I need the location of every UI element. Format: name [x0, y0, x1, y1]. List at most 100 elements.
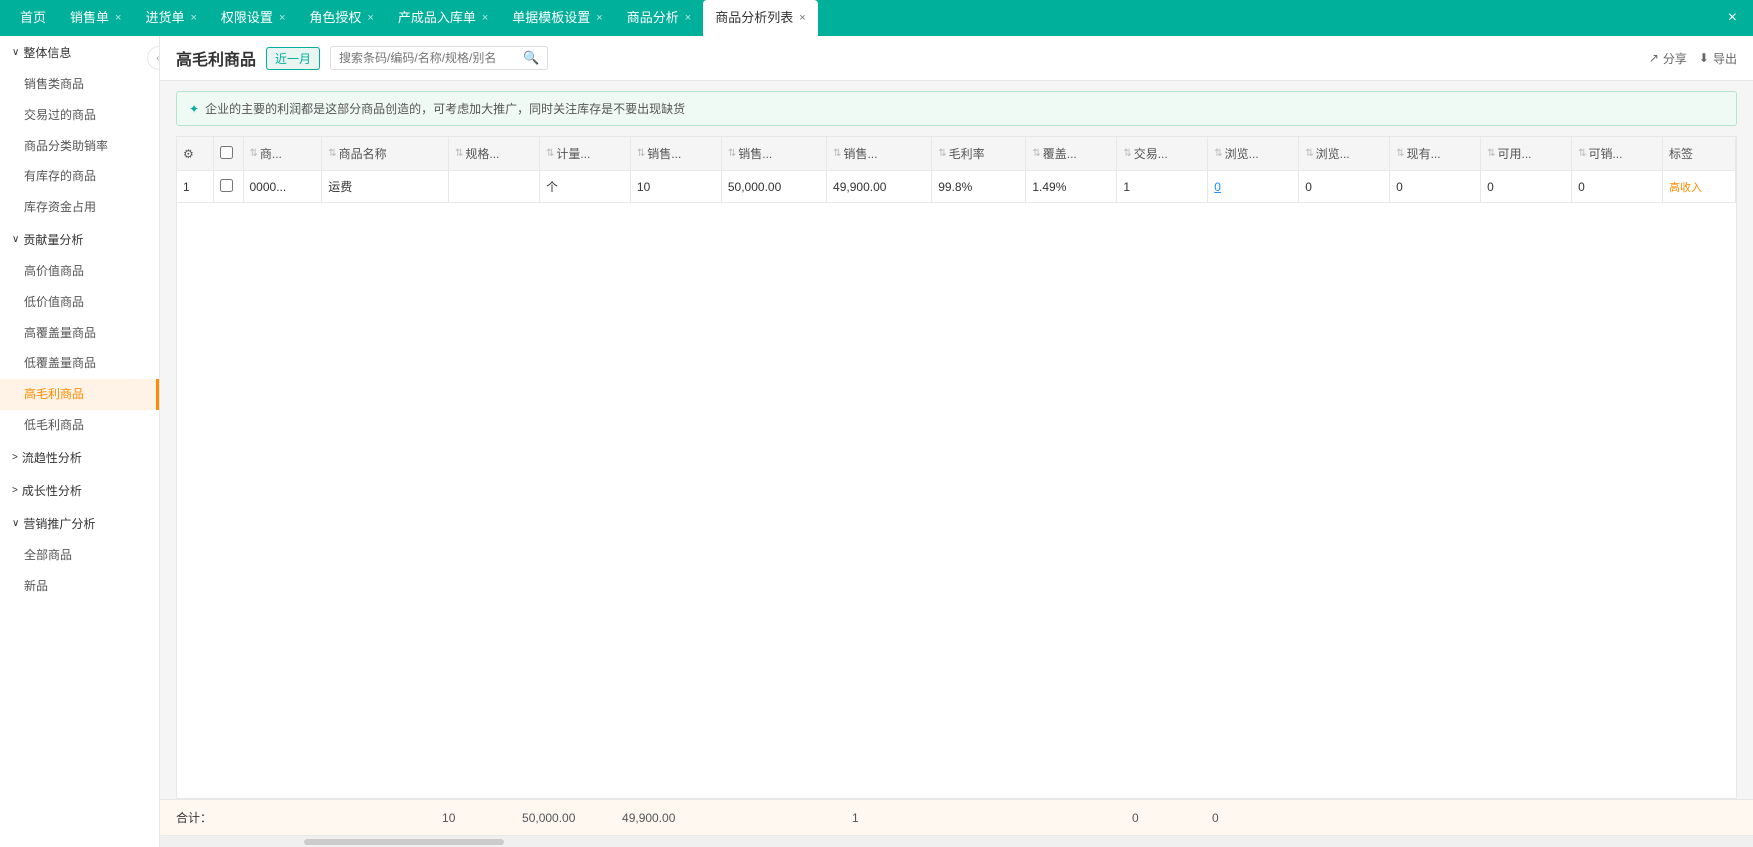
- sidebar-group-growth[interactable]: > 成长性分析: [0, 474, 159, 507]
- sort-icon-coverage: ⇅: [1032, 148, 1040, 159]
- sidebar-group-marketing-arrow: ∨: [12, 518, 19, 529]
- sort-icon-available1: ⇅: [1396, 148, 1404, 159]
- share-button[interactable]: ↗ 分享: [1649, 50, 1687, 67]
- sidebar-item-inventory-capital[interactable]: 库存资金占用: [0, 192, 159, 223]
- sort-icon-sales-qty: ⇅: [637, 148, 645, 159]
- footer-values: 10 50,000.00 49,900.00 1 0 0: [232, 811, 1282, 825]
- header-actions: ↗ 分享 ⬇ 导出: [1649, 50, 1737, 67]
- sidebar-item-low-value[interactable]: 低价值商品: [0, 287, 159, 318]
- nav-sales-order[interactable]: 销售单 ×: [58, 0, 133, 36]
- data-table-container[interactable]: ⚙ ⇅ 商... ⇅: [176, 136, 1737, 799]
- nav-product-warehouse[interactable]: 产成品入库单 ×: [386, 0, 500, 36]
- cell-sales-qty: 10: [630, 171, 721, 203]
- nav-close-sales-order[interactable]: ×: [115, 0, 121, 36]
- nav-close-template-settings[interactable]: ×: [596, 0, 602, 36]
- col-checkbox: [213, 137, 243, 171]
- nav-close-all[interactable]: ×: [1720, 9, 1745, 27]
- cell-available1: 0: [1390, 171, 1481, 203]
- search-icon[interactable]: 🔍: [523, 50, 539, 66]
- select-all-checkbox[interactable]: [220, 146, 233, 159]
- footer-available1: 0: [1122, 811, 1202, 825]
- cell-browse1[interactable]: 0: [1208, 171, 1299, 203]
- sidebar-item-all-goods[interactable]: 全部商品: [0, 540, 159, 571]
- col-browse1: ⇅ 浏览...: [1208, 137, 1299, 171]
- nav-purchase-order[interactable]: 进货单 ×: [133, 0, 208, 36]
- sort-icon-transactions: ⇅: [1123, 148, 1131, 159]
- sidebar-group-trend-arrow: >: [12, 452, 18, 463]
- col-tag: 标签: [1663, 137, 1736, 171]
- nav-close-role-auth[interactable]: ×: [367, 0, 373, 36]
- sidebar-item-sales-goods[interactable]: 销售类商品: [0, 69, 159, 100]
- nav-role-auth[interactable]: 角色授权 ×: [297, 0, 385, 36]
- scrollbar-thumb[interactable]: [304, 839, 504, 845]
- sidebar-item-high-coverage[interactable]: 高覆盖量商品: [0, 318, 159, 349]
- sidebar-group-trend[interactable]: > 流趋性分析: [0, 441, 159, 474]
- sidebar: « ∨ 整体信息 销售类商品 交易过的商品 商品分类助销率 有库存的商品 库存资…: [0, 36, 160, 847]
- sort-icon-sales-cost: ⇅: [833, 148, 841, 159]
- sort-icon-available2: ⇅: [1487, 148, 1495, 159]
- col-sales-amount: ⇅ 销售...: [721, 137, 826, 171]
- sidebar-group-contribution[interactable]: ∨ 贡献量分析: [0, 223, 159, 256]
- search-box: 🔍: [330, 46, 548, 70]
- export-icon: ⬇: [1699, 51, 1709, 65]
- nav-product-analysis-list[interactable]: 商品分析列表 ×: [703, 0, 817, 36]
- cell-sales-amount: 50,000.00: [721, 171, 826, 203]
- sidebar-item-high-margin[interactable]: 高毛利商品: [0, 379, 159, 410]
- sidebar-item-high-value[interactable]: 高价值商品: [0, 256, 159, 287]
- cell-transactions: 1: [1117, 171, 1208, 203]
- settings-icon[interactable]: ⚙: [183, 147, 194, 161]
- col-sellable: ⇅ 可销...: [1572, 137, 1663, 171]
- footer-label: 合计：: [176, 809, 212, 826]
- cell-checkbox[interactable]: [213, 171, 243, 203]
- export-button[interactable]: ⬇ 导出: [1699, 50, 1737, 67]
- nav-close-product-warehouse[interactable]: ×: [482, 0, 488, 36]
- col-spec: ⇅ 规格...: [449, 137, 540, 171]
- footer-transactions: 1: [842, 811, 922, 825]
- row-checkbox[interactable]: [220, 179, 233, 192]
- horizontal-scrollbar[interactable]: [160, 835, 1753, 847]
- cell-coverage: 1.49%: [1026, 171, 1117, 203]
- sidebar-group-growth-arrow: >: [12, 485, 18, 496]
- cell-code: 0000...: [243, 171, 322, 203]
- sort-icon-code: ⇅: [250, 148, 258, 159]
- col-index: ⚙: [177, 137, 213, 171]
- sidebar-item-low-coverage[interactable]: 低覆盖量商品: [0, 348, 159, 379]
- sidebar-item-low-margin[interactable]: 低毛利商品: [0, 410, 159, 441]
- nav-close-product-analysis-list[interactable]: ×: [799, 0, 805, 36]
- sort-icon-sellable: ⇅: [1578, 148, 1586, 159]
- col-coverage: ⇅ 覆盖...: [1026, 137, 1117, 171]
- top-navigation: 首页 销售单 × 进货单 × 权限设置 × 角色授权 × 产成品入库单 × 单据…: [0, 0, 1753, 36]
- footer-sales-qty: 10: [432, 811, 512, 825]
- col-unit: ⇅ 计量...: [539, 137, 630, 171]
- search-input[interactable]: [339, 51, 519, 65]
- table-row: 1 0000... 运费 个 10 50,000.00 49,900.00 99…: [177, 171, 1736, 203]
- sidebar-item-traded-goods[interactable]: 交易过的商品: [0, 100, 159, 131]
- nav-product-analysis[interactable]: 商品分析 ×: [615, 0, 703, 36]
- col-sales-cost: ⇅ 销售...: [827, 137, 932, 171]
- nav-close-product-analysis[interactable]: ×: [685, 0, 691, 36]
- sort-icon-browse2: ⇅: [1305, 148, 1313, 159]
- nav-permissions[interactable]: 权限设置 ×: [209, 0, 297, 36]
- sidebar-group-marketing[interactable]: ∨ 营销推广分析: [0, 507, 159, 540]
- sidebar-item-category-assist-rate[interactable]: 商品分类助销率: [0, 131, 159, 162]
- col-name: ⇅ 商品名称: [322, 137, 449, 171]
- col-available2: ⇅ 可用...: [1481, 137, 1572, 171]
- content-header: 高毛利商品 近一月 🔍 ↗ 分享 ⬇ 导出: [160, 36, 1753, 81]
- cell-index: 1: [177, 171, 213, 203]
- col-code: ⇅ 商...: [243, 137, 322, 171]
- info-icon: ✦: [189, 102, 199, 116]
- cell-sales-cost: 49,900.00: [827, 171, 932, 203]
- footer-available2: 0: [1202, 811, 1282, 825]
- sidebar-item-stocked-goods[interactable]: 有库存的商品: [0, 161, 159, 192]
- period-button[interactable]: 近一月: [266, 47, 320, 70]
- share-icon: ↗: [1649, 51, 1659, 65]
- sort-icon-spec: ⇅: [455, 148, 463, 159]
- cell-gross-rate: 99.8%: [932, 171, 1026, 203]
- sidebar-group-overall[interactable]: ∨ 整体信息: [0, 36, 159, 69]
- nav-close-purchase-order[interactable]: ×: [190, 0, 196, 36]
- sidebar-item-new-goods[interactable]: 新品: [0, 571, 159, 602]
- content-area: 高毛利商品 近一月 🔍 ↗ 分享 ⬇ 导出 ✦ 企业的主: [160, 36, 1753, 847]
- nav-home[interactable]: 首页: [8, 0, 58, 36]
- nav-close-permissions[interactable]: ×: [279, 0, 285, 36]
- nav-template-settings[interactable]: 单据模板设置 ×: [500, 0, 614, 36]
